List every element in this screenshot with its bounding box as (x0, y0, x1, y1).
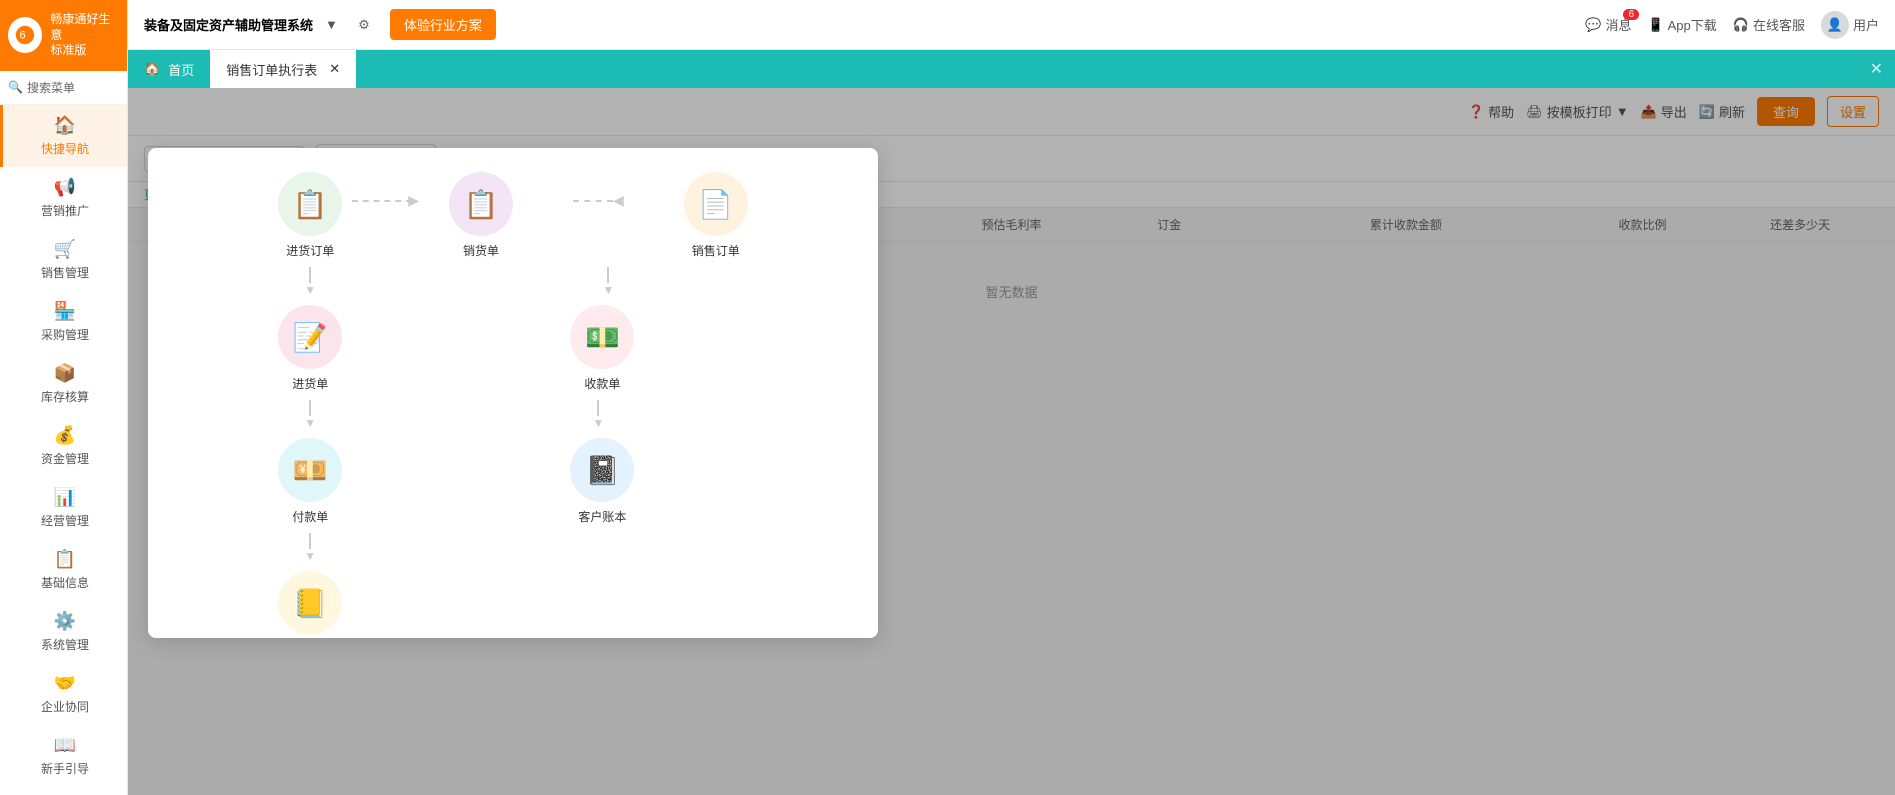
customer-ledger-icon: 📓 (570, 438, 634, 502)
app-download-button[interactable]: 📱 App下载 (1647, 15, 1716, 34)
purchase-order-icon: 📋 (278, 172, 342, 236)
sidebar-item-operations[interactable]: 📊 经营管理 (0, 477, 127, 539)
online-service-button[interactable]: 🎧 在线客服 (1733, 15, 1805, 34)
flow-node-sales-order[interactable]: 📄 销售订单 (684, 172, 748, 259)
tab-close-button[interactable]: ✕ (329, 61, 340, 77)
system-dropdown[interactable]: ▼ (325, 17, 338, 32)
sidebar-item-finance[interactable]: 💰 资金管理 (0, 415, 127, 477)
logo-text: 畅康通好生意 标准版 (50, 12, 119, 59)
flow-node-sales-bill[interactable]: 📋 销货单 (449, 172, 513, 259)
tab-bar-close-button[interactable]: ✕ (1870, 59, 1883, 79)
marketing-icon: 📢 (54, 177, 76, 198)
service-icon: 🎧 (1733, 17, 1749, 33)
logo-icon: 6 (8, 17, 42, 53)
sidebar-item-marketing[interactable]: 📢 营销推广 (0, 167, 127, 229)
arrow-v2: ▼ (304, 400, 316, 430)
content-area: ❓ 帮助 🖨 按模板打印 ▼ 📤 导出 🔄 刷新 查询 设置 (128, 88, 1895, 795)
newbie-icon: 📖 (54, 735, 76, 756)
receipt-icon: 💵 (570, 305, 634, 369)
sidebar-item-collab[interactable]: 🤝 企业协同 (0, 663, 127, 725)
sidebar-item-inventory[interactable]: 📦 库存核算 (0, 353, 127, 415)
download-icon: 📱 (1647, 17, 1663, 33)
sidebar-item-sales[interactable]: 🛒 销售管理 (0, 229, 127, 291)
dropdown-arrow-icon: ▼ (325, 17, 338, 32)
arrow-v1: ▼ (304, 267, 316, 297)
sidebar-item-quick-nav[interactable]: 🏠 快捷导航 (0, 105, 127, 167)
finance-icon: 💰 (54, 425, 76, 446)
message-button[interactable]: 💬 消息 6 (1585, 15, 1631, 34)
flow-col-left: 📋 进货订单 ▼ 📝 进货单 (278, 172, 342, 638)
basic-info-icon: 📋 (54, 549, 76, 570)
arrow-h1: ▶ (352, 172, 419, 209)
avatar: 👤 (1821, 11, 1849, 39)
main-content: 装备及固定资产辅助管理系统 ▼ ⚙ 体验行业方案 💬 消息 6 📱 App下载 (128, 0, 1895, 795)
flow-col-right: 📋 销货单 ◀ 📄 销售订单 (449, 172, 748, 525)
operations-icon: 📊 (54, 487, 76, 508)
tab-bar: 🏠 首页 销售订单执行表 ✕ ✕ (128, 50, 1895, 88)
search-icon: 🔍 (8, 80, 23, 94)
flow-node-customer-ledger[interactable]: 📓 客户账本 (570, 438, 634, 525)
sidebar-item-purchase[interactable]: 🏪 采购管理 (0, 291, 127, 353)
message-badge: 6 (1623, 9, 1639, 20)
gear-icon: ⚙ (358, 17, 370, 33)
settings-button[interactable]: ⚙ (350, 11, 378, 39)
collab-icon: 🤝 (54, 673, 76, 694)
sidebar-logo: 6 畅康通好生意 标准版 (0, 0, 127, 71)
arrow-v3: ▼ (304, 533, 316, 563)
purchase-icon: 🏪 (54, 301, 76, 322)
system-icon: ⚙️ (54, 611, 76, 632)
sales-icon: 🛒 (54, 239, 76, 260)
sales-order-icon: 📄 (684, 172, 748, 236)
modal-overlay[interactable]: 📋 进货订单 ▼ 📝 进货单 (128, 88, 1895, 795)
user-menu[interactable]: 👤 用户 (1821, 11, 1879, 39)
avatar-icon: 👤 (1827, 17, 1843, 33)
header: 装备及固定资产辅助管理系统 ▼ ⚙ 体验行业方案 💬 消息 6 📱 App下载 (128, 0, 1895, 50)
sidebar-item-system[interactable]: ⚙️ 系统管理 (0, 601, 127, 663)
header-actions: 💬 消息 6 📱 App下载 🎧 在线客服 👤 用户 (1585, 11, 1879, 39)
flow-diagram: 📋 进货订单 ▼ 📝 进货单 (172, 172, 854, 638)
quick-nav-icon: 🏠 (54, 115, 76, 136)
arrow-v4: ▼ (602, 267, 614, 297)
sidebar-item-basic-info[interactable]: 📋 基础信息 (0, 539, 127, 601)
flow-node-purchase-order[interactable]: 📋 进货订单 (278, 172, 342, 259)
sidebar: 6 畅康通好生意 标准版 🔍 搜索菜单 🏠 快捷导航 📢 营销推广 🛒 销售管理 (0, 0, 128, 795)
home-tab-icon: 🏠 (144, 61, 160, 77)
message-icon: 💬 (1585, 17, 1601, 33)
payment-icon: 💴 (278, 438, 342, 502)
supplier-ledger-icon: 📒 (278, 571, 342, 635)
tab-home[interactable]: 🏠 首页 (128, 50, 210, 88)
arrow-v5: ▼ (592, 400, 604, 430)
purchase-bill-icon: 📝 (278, 305, 342, 369)
sales-bill-icon: 📋 (449, 172, 513, 236)
inventory-icon: 📦 (54, 363, 76, 384)
sidebar-menu: 🏠 快捷导航 📢 营销推广 🛒 销售管理 🏪 采购管理 📦 库存核算 💰 (0, 105, 127, 795)
flow-node-supplier-ledger[interactable]: 📒 供应商账本 (278, 571, 342, 638)
flow-node-purchase-bill[interactable]: 📝 进货单 (278, 305, 342, 392)
quick-nav-modal: 📋 进货订单 ▼ 📝 进货单 (148, 148, 878, 638)
sidebar-search[interactable]: 🔍 搜索菜单 (0, 71, 127, 105)
svg-text:6: 6 (20, 30, 26, 42)
trial-button[interactable]: 体验行业方案 (390, 9, 496, 40)
flow-node-payment[interactable]: 💴 付款单 (278, 438, 342, 525)
sidebar-item-newbie[interactable]: 📖 新手引导 (0, 725, 127, 787)
tab-sales-order-exec[interactable]: 销售订单执行表 ✕ (210, 50, 356, 88)
system-name: 装备及固定资产辅助管理系统 (144, 15, 313, 34)
flow-node-receipt[interactable]: 💵 收款单 (570, 305, 634, 392)
